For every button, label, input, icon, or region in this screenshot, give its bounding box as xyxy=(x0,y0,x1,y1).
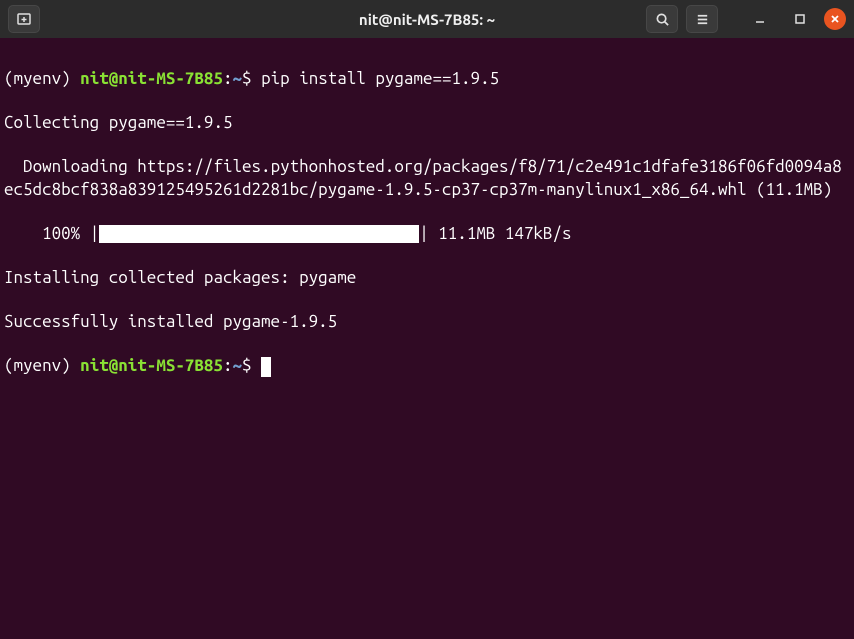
new-tab-button[interactable] xyxy=(8,5,40,33)
output-line: Downloading https://files.pythonhosted.o… xyxy=(4,156,850,200)
path: ~ xyxy=(233,356,243,375)
colon: : xyxy=(223,356,233,375)
path: ~ xyxy=(233,69,243,88)
titlebar-left xyxy=(8,5,40,33)
maximize-button[interactable] xyxy=(784,5,816,33)
progress-percent: 100% | xyxy=(4,224,99,243)
venv-prefix: (myenv) xyxy=(4,69,71,88)
command-text: pip install pygame==1.9.5 xyxy=(261,69,499,88)
user-host: nit@nit-MS-7B85 xyxy=(80,69,223,88)
progress-line: 100% | | 11.1MB 147kB/s xyxy=(4,223,850,245)
output-line: Successfully installed pygame-1.9.5 xyxy=(4,311,850,333)
venv-prefix: (myenv) xyxy=(4,356,71,375)
titlebar-right xyxy=(646,5,846,33)
titlebar: nit@nit-MS-7B85: ~ xyxy=(0,0,854,38)
progress-suffix: | 11.1MB 147kB/s xyxy=(419,224,571,243)
output-line: Installing collected packages: pygame xyxy=(4,267,850,289)
progress-bar-fill xyxy=(99,225,419,243)
output-line: Collecting pygame==1.9.5 xyxy=(4,112,850,134)
search-button[interactable] xyxy=(646,5,678,33)
prompt-line-1: (myenv) nit@nit-MS-7B85:~$ pip install p… xyxy=(4,68,850,90)
user-host: nit@nit-MS-7B85 xyxy=(80,356,223,375)
window-title: nit@nit-MS-7B85: ~ xyxy=(359,11,495,28)
cursor xyxy=(261,357,271,377)
minimize-button[interactable] xyxy=(744,5,776,33)
prompt-line-2: (myenv) nit@nit-MS-7B85:~$ xyxy=(4,355,850,377)
menu-button[interactable] xyxy=(686,5,718,33)
dollar: $ xyxy=(242,356,252,375)
terminal-body[interactable]: (myenv) nit@nit-MS-7B85:~$ pip install p… xyxy=(0,38,854,408)
dollar: $ xyxy=(242,69,252,88)
close-button[interactable] xyxy=(824,8,846,30)
colon: : xyxy=(223,69,233,88)
